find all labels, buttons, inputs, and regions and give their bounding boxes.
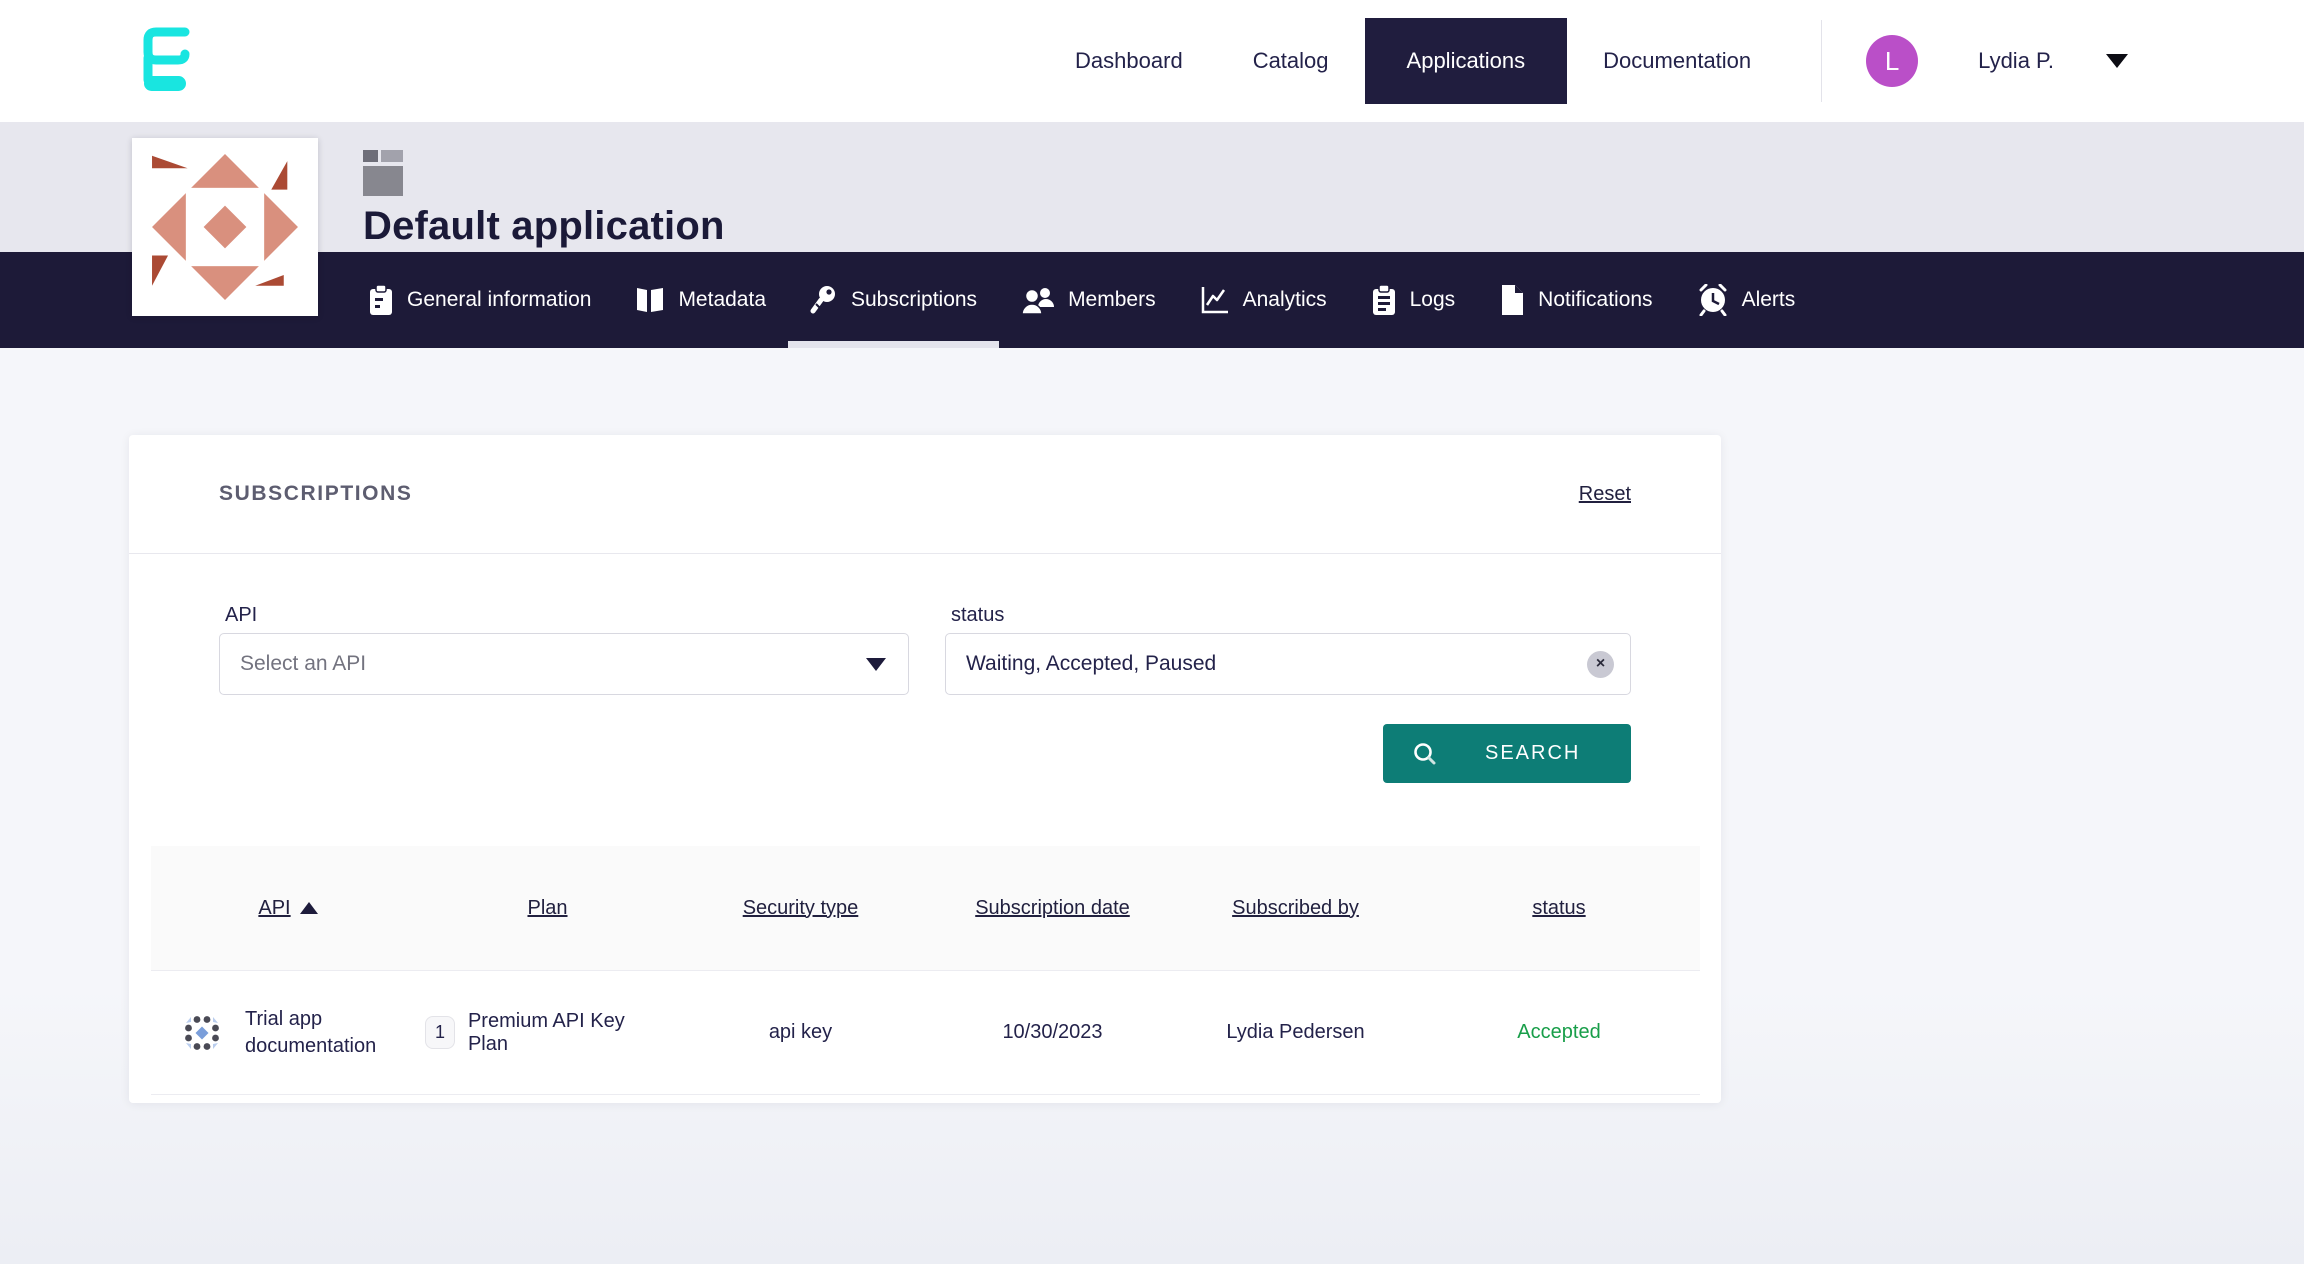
- column-header-api[interactable]: API: [258, 897, 290, 920]
- application-avatar: [132, 138, 318, 316]
- nav-item-documentation[interactable]: Documentation: [1603, 48, 1751, 74]
- reset-link[interactable]: Reset: [1579, 483, 1631, 506]
- gravitee-logo-icon[interactable]: [140, 24, 192, 98]
- people-icon: [1021, 285, 1055, 315]
- column-header-plan[interactable]: Plan: [527, 897, 567, 920]
- nav-divider: [1821, 20, 1822, 102]
- subscriptions-panel: SUBSCRIPTIONS Reset API Select an API st…: [129, 435, 1721, 1103]
- tab-members[interactable]: Members: [999, 252, 1178, 348]
- tab-alerts[interactable]: Alerts: [1675, 252, 1818, 348]
- tab-notifications[interactable]: Notifications: [1477, 252, 1674, 348]
- application-type-icon: [363, 150, 403, 196]
- user-name[interactable]: Lydia P.: [1978, 48, 2054, 74]
- security-type-value: api key: [769, 1021, 832, 1044]
- line-chart-icon: [1200, 285, 1230, 315]
- panel-title: SUBSCRIPTIONS: [219, 482, 413, 506]
- nav-item-catalog[interactable]: Catalog: [1253, 48, 1329, 74]
- nav-item-applications[interactable]: Applications: [1365, 18, 1568, 104]
- column-header-subscribed-by[interactable]: Subscribed by: [1232, 897, 1359, 920]
- user-menu-caret-icon[interactable]: [2106, 54, 2128, 68]
- api-select[interactable]: Select an API: [219, 633, 909, 695]
- top-navigation: Dashboard Catalog Applications Documenta…: [0, 0, 2304, 122]
- search-button[interactable]: SEARCH: [1383, 724, 1631, 783]
- plan-count-badge: 1: [425, 1016, 455, 1049]
- page-title: Default application: [363, 204, 725, 249]
- status-filter-label: status: [951, 604, 1631, 627]
- key-icon: [810, 285, 838, 315]
- tab-label: Metadata: [678, 288, 766, 312]
- application-tabs: General information Metadata Subscriptio…: [0, 252, 2304, 348]
- tab-label: Notifications: [1538, 288, 1652, 312]
- alarm-icon: [1697, 284, 1729, 316]
- status-filter-field: status Waiting, Accepted, Paused ×: [945, 604, 1631, 695]
- status-badge: Accepted: [1517, 1021, 1600, 1044]
- subscribed-by-value: Lydia Pedersen: [1226, 1021, 1364, 1044]
- tab-logs[interactable]: Logs: [1349, 252, 1478, 348]
- file-icon: [1499, 284, 1525, 316]
- api-filter-label: API: [225, 604, 909, 627]
- api-identicon: [181, 1012, 223, 1054]
- status-select-value: Waiting, Accepted, Paused: [966, 652, 1216, 676]
- table-row[interactable]: Trial app documentation 1 Premium API Ke…: [151, 971, 1700, 1095]
- tab-label: Alerts: [1742, 288, 1796, 312]
- api-name[interactable]: Trial app documentation: [245, 1006, 395, 1059]
- book-icon: [635, 286, 665, 314]
- tab-label: General information: [407, 288, 591, 312]
- column-header-subscription-date[interactable]: Subscription date: [975, 897, 1130, 920]
- nav-item-dashboard[interactable]: Dashboard: [1075, 48, 1183, 74]
- page: Dashboard Catalog Applications Documenta…: [0, 0, 2304, 1264]
- status-select[interactable]: Waiting, Accepted, Paused ×: [945, 633, 1631, 695]
- tab-analytics[interactable]: Analytics: [1178, 252, 1349, 348]
- tab-label: Members: [1068, 288, 1156, 312]
- search-icon: [1413, 742, 1437, 766]
- api-filter-field: API Select an API: [219, 604, 909, 695]
- tab-general-information[interactable]: General information: [346, 252, 613, 348]
- user-avatar[interactable]: L: [1866, 35, 1918, 87]
- tab-metadata[interactable]: Metadata: [613, 252, 788, 348]
- api-select-placeholder: Select an API: [240, 652, 366, 676]
- tab-subscriptions[interactable]: Subscriptions: [788, 252, 999, 348]
- clipboard-icon: [368, 284, 394, 316]
- tab-label: Subscriptions: [851, 288, 977, 312]
- application-header: Default application: [0, 122, 2304, 252]
- list-clipboard-icon: [1371, 284, 1397, 316]
- plan-name: Premium API Key Plan: [468, 1010, 670, 1056]
- search-button-label: SEARCH: [1485, 742, 1580, 765]
- chevron-down-icon: [866, 658, 886, 671]
- subscription-date-value: 10/30/2023: [1002, 1021, 1102, 1044]
- tab-label: Logs: [1410, 288, 1456, 312]
- clear-status-icon[interactable]: ×: [1587, 651, 1614, 678]
- table-header-row: API Plan Security type Subscription date…: [151, 846, 1700, 971]
- sort-ascending-icon: [300, 902, 318, 914]
- subscriptions-table: API Plan Security type Subscription date…: [151, 846, 1700, 1095]
- column-header-security-type[interactable]: Security type: [743, 897, 859, 920]
- tab-label: Analytics: [1243, 288, 1327, 312]
- column-header-status[interactable]: status: [1532, 897, 1585, 920]
